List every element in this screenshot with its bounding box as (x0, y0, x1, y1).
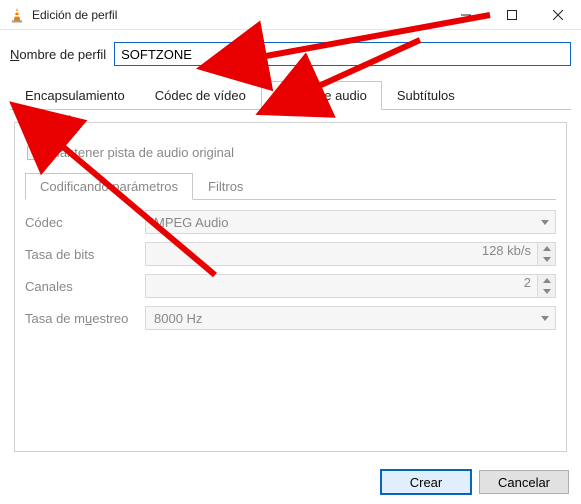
tab-audio-codec[interactable]: Códec de audio (261, 81, 382, 110)
audio-checkbox[interactable] (25, 114, 39, 128)
profile-name-row: Nombre de perfil (10, 42, 571, 66)
profile-name-input[interactable] (114, 42, 571, 66)
audio-group: Audio Mantener pista de audio original C… (14, 122, 567, 452)
audio-legend-label: Audio (45, 113, 78, 128)
maximize-button[interactable] (489, 0, 535, 30)
tab-subtitles[interactable]: Subtítulos (382, 81, 470, 110)
minimize-button[interactable] (443, 0, 489, 30)
keep-original-row: Mantener pista de audio original (27, 145, 556, 160)
channels-input[interactable]: 2 (145, 274, 538, 298)
codec-select[interactable]: MPEG Audio (145, 210, 556, 234)
titlebar: Edición de perfil (0, 0, 581, 30)
window-controls (443, 0, 581, 30)
subtab-filters[interactable]: Filtros (193, 173, 258, 200)
bitrate-spin (538, 242, 556, 266)
cancel-button[interactable]: Cancelar (479, 470, 569, 494)
bitrate-down[interactable] (538, 254, 555, 265)
channels-down[interactable] (538, 286, 555, 297)
close-button[interactable] (535, 0, 581, 30)
channels-spin (538, 274, 556, 298)
tab-encapsulation[interactable]: Encapsulamiento (10, 81, 140, 110)
sub-tabs: Codificando parámetros Filtros (25, 172, 556, 200)
keep-original-label: Mantener pista de audio original (49, 145, 234, 160)
channels-label: Canales (25, 279, 145, 294)
profile-name-label: Nombre de perfil (10, 47, 106, 62)
codec-label: Códec (25, 215, 145, 230)
dialog-buttons: Crear Cancelar (381, 470, 569, 494)
audio-form: Códec MPEG Audio Tasa de bits 128 kb/s (25, 210, 556, 330)
vlc-cone-icon (8, 6, 26, 24)
samplerate-label: Tasa de muuestreoestreo (25, 311, 145, 326)
create-button[interactable]: Crear (381, 470, 471, 494)
audio-group-legend: Audio (21, 113, 82, 128)
channels-up[interactable] (538, 275, 555, 286)
window-title: Edición de perfil (32, 8, 117, 22)
bitrate-label: Tasa de bits (25, 247, 145, 262)
subtab-params[interactable]: Codificando parámetros (25, 173, 193, 200)
main-tabs: Encapsulamiento Códec de vídeo Códec de … (10, 80, 571, 110)
bitrate-input[interactable]: 128 kb/s (145, 242, 538, 266)
tab-video-codec[interactable]: Códec de vídeo (140, 81, 261, 110)
samplerate-select[interactable]: 8000 Hz (145, 306, 556, 330)
bitrate-up[interactable] (538, 243, 555, 254)
keep-original-checkbox[interactable] (27, 146, 41, 160)
